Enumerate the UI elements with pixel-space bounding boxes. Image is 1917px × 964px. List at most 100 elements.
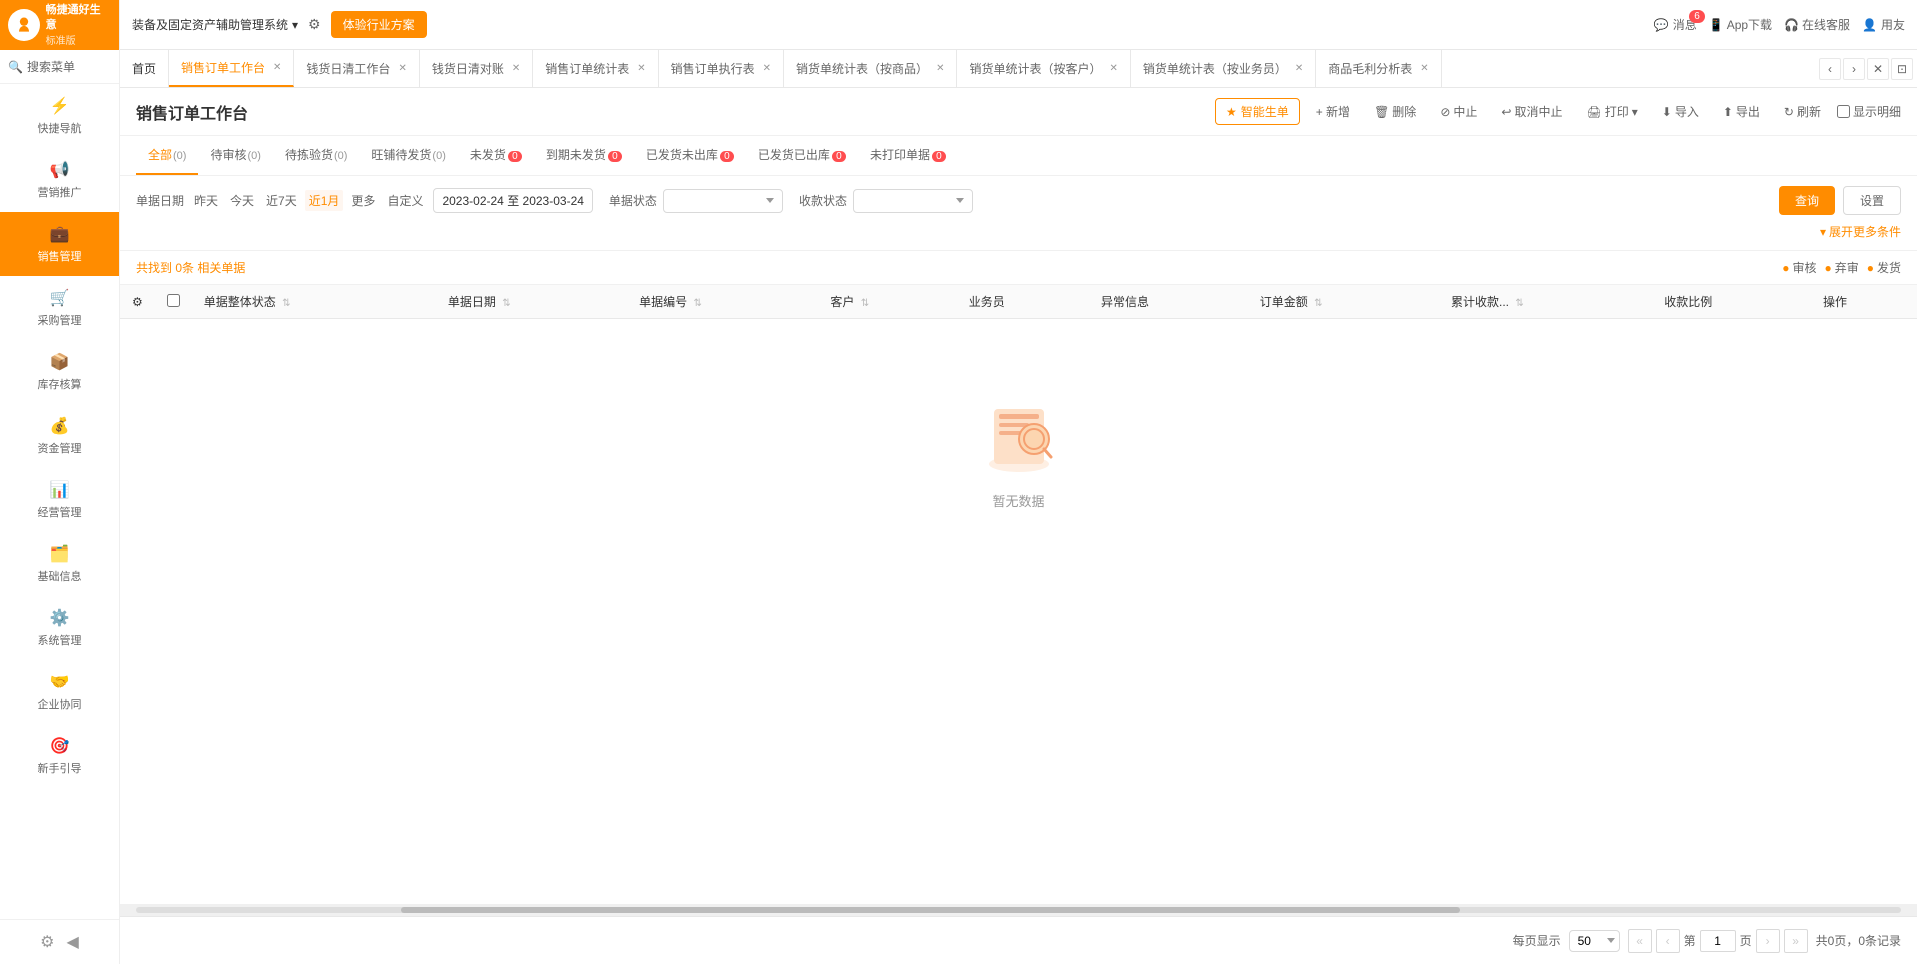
scroll-thumb[interactable] (401, 907, 1460, 913)
column-settings-icon[interactable]: ⚙ (132, 295, 143, 309)
app-download-button[interactable]: 📱 App下载 (1709, 16, 1772, 33)
tab-close-icon[interactable]: ✕ (512, 63, 520, 74)
filter-tab-not-printed[interactable]: 未打印单据0 (858, 136, 958, 175)
tab-sales-stat-customer[interactable]: 销货单统计表（按客户） ✕ (957, 50, 1130, 87)
tab-expand-button[interactable]: ⊡ (1891, 58, 1913, 80)
col-amount[interactable]: 订单金额 ⇅ (1248, 285, 1439, 319)
tab-prev-button[interactable]: ‹ (1819, 58, 1841, 80)
show-detail-checkbox[interactable]: 显示明细 (1837, 103, 1901, 120)
export-button[interactable]: ⬆ 导出 (1715, 99, 1768, 124)
user-menu[interactable]: 👤 用友 (1862, 16, 1905, 33)
shortcut-1month[interactable]: 近1月 (305, 190, 344, 211)
tab-close-icon[interactable]: ✕ (637, 63, 645, 74)
shortcut-yesterday[interactable]: 昨天 (190, 190, 222, 211)
smart-generate-button[interactable]: ★ 智能生单 (1215, 98, 1300, 125)
tab-cash-daily[interactable]: 钱货日清工作台 ✕ (294, 50, 419, 87)
page-input[interactable] (1700, 930, 1736, 952)
sidebar-item-finance[interactable]: 💰 资金管理 (0, 404, 119, 468)
delete-button[interactable]: 🗑 删除 (1366, 99, 1424, 124)
col-status[interactable]: 单据整体状态 ⇅ (192, 285, 436, 319)
tab-margin-analysis[interactable]: 商品毛利分析表 ✕ (1316, 50, 1441, 87)
payment-select[interactable] (853, 189, 973, 213)
expand-conditions-button[interactable]: ▾ 展开更多条件 (1820, 223, 1901, 240)
per-page-select[interactable]: 50 100 (1569, 930, 1620, 952)
suspend-button[interactable]: ⊘ 中止 (1432, 99, 1485, 124)
sidebar-item-operation[interactable]: 📊 经营管理 (0, 468, 119, 532)
col-salesperson[interactable]: 业务员 (957, 285, 1089, 319)
print-button[interactable]: 🖨 打印 ▾ (1578, 99, 1645, 124)
tab-close-icon[interactable]: ✕ (936, 63, 944, 74)
online-service-button[interactable]: 🎧 在线客服 (1784, 16, 1850, 33)
sidebar-item-inventory[interactable]: 📦 库存核算 (0, 340, 119, 404)
tab-close-icon[interactable]: ✕ (1420, 63, 1428, 74)
col-customer[interactable]: 客户 ⇅ (818, 285, 956, 319)
select-all-checkbox[interactable] (167, 294, 180, 307)
sidebar-item-system[interactable]: ⚙️ 系统管理 (0, 596, 119, 660)
system-title[interactable]: 装备及固定资产辅助管理系统 ▾ (132, 16, 298, 33)
tab-close-icon[interactable]: ✕ (1109, 63, 1117, 74)
tab-close-icon[interactable]: ✕ (763, 63, 771, 74)
sidebar-item-quick-nav[interactable]: ⚡ 快捷导航 (0, 84, 119, 148)
col-date[interactable]: 单据日期 ⇅ (436, 285, 627, 319)
message-button[interactable]: 💬 消息 6 (1654, 16, 1697, 33)
tab-next-button[interactable]: › (1843, 58, 1865, 80)
setting-button[interactable]: 设置 (1843, 186, 1901, 215)
col-anomaly[interactable]: 异常信息 (1089, 285, 1248, 319)
col-number[interactable]: 单据编号 ⇅ (627, 285, 818, 319)
query-button[interactable]: 查询 (1779, 186, 1835, 215)
collapse-icon[interactable]: ◀ (67, 932, 79, 952)
status-select[interactable] (663, 189, 783, 213)
topbar-gear-icon[interactable]: ⚙ (308, 16, 321, 33)
filter-tab-pending-inspect[interactable]: 待拣验货(0) (273, 136, 359, 175)
sidebar-item-marketing[interactable]: 📢 营销推广 (0, 148, 119, 212)
tab-sales-exec[interactable]: 销售订单执行表 ✕ (659, 50, 784, 87)
filter-tab-overdue[interactable]: 到期未发货0 (534, 136, 634, 175)
horizontal-scrollbar[interactable] (120, 904, 1917, 916)
tab-sales-stat[interactable]: 销售订单统计表 ✕ (533, 50, 658, 87)
filter-tab-shipped-not-out[interactable]: 已发货未出库0 (634, 136, 746, 175)
shortcut-today[interactable]: 今天 (226, 190, 258, 211)
sidebar-search[interactable]: 🔍 搜索菜单 (0, 50, 119, 84)
solution-button[interactable]: 体验行业方案 (331, 11, 427, 38)
filter-tab-not-shipped[interactable]: 未发货0 (458, 136, 534, 175)
tab-sales-workbench[interactable]: 销售订单工作台 ✕ (169, 50, 294, 87)
ship-button[interactable]: ● 发货 (1867, 259, 1901, 276)
col-collected[interactable]: 累计收款... ⇅ (1439, 285, 1652, 319)
tab-close-icon[interactable]: ✕ (1295, 63, 1303, 74)
tab-sales-stat-staff[interactable]: 销货单统计表（按业务员） ✕ (1131, 50, 1316, 87)
cancel-suspend-button[interactable]: ↩ 取消中止 (1493, 99, 1570, 124)
sidebar-item-sales[interactable]: 💼 销售管理 (0, 212, 119, 276)
first-page-button[interactable]: « (1628, 929, 1652, 953)
sidebar-item-basic[interactable]: 🗂️ 基础信息 (0, 532, 119, 596)
col-checkbox[interactable] (155, 285, 192, 319)
tab-close-icon[interactable]: ✕ (398, 63, 406, 74)
tab-sales-stat-product[interactable]: 销货单统计表（按商品） ✕ (784, 50, 957, 87)
review-button[interactable]: ● 审核 (1782, 259, 1816, 276)
sidebar-item-collab[interactable]: 🤝 企业协同 (0, 660, 119, 724)
refresh-button[interactable]: ↻ 刷新 (1776, 99, 1829, 124)
col-settings[interactable]: ⚙ (120, 285, 155, 319)
date-range-input[interactable]: 2023-02-24 至 2023-03-24 (433, 188, 592, 213)
import-button[interactable]: ⬇ 导入 (1654, 99, 1707, 124)
cancel-review-button[interactable]: ● 弃审 (1824, 259, 1858, 276)
shortcut-7days[interactable]: 近7天 (262, 190, 301, 211)
filter-tab-shipped-out[interactable]: 已发货已出库0 (746, 136, 858, 175)
sidebar-item-purchase[interactable]: 🛒 采购管理 (0, 276, 119, 340)
shortcut-more[interactable]: 更多 (347, 190, 379, 211)
sidebar-item-guide[interactable]: 🎯 新手引导 (0, 724, 119, 788)
tab-close-all-button[interactable]: ✕ (1867, 58, 1889, 80)
col-ratio[interactable]: 收款比例 (1652, 285, 1811, 319)
filter-tab-wangpu[interactable]: 旺铺待发货(0) (359, 136, 457, 175)
next-page-button[interactable]: › (1756, 929, 1780, 953)
filter-tab-pending-review[interactable]: 待审核(0) (198, 136, 272, 175)
filter-tab-all[interactable]: 全部(0) (136, 136, 198, 175)
show-detail-input[interactable] (1837, 105, 1850, 118)
tab-cash-reconcile[interactable]: 钱货日清对账 ✕ (420, 50, 533, 87)
tab-home[interactable]: 首页 (120, 50, 169, 87)
last-page-button[interactable]: » (1784, 929, 1808, 953)
tab-close-icon[interactable]: ✕ (273, 62, 281, 73)
prev-page-button[interactable]: ‹ (1656, 929, 1680, 953)
shortcut-custom[interactable]: 自定义 (383, 190, 427, 211)
new-button[interactable]: + 新增 (1308, 99, 1358, 124)
settings-bottom-icon[interactable]: ⚙ (40, 932, 54, 952)
